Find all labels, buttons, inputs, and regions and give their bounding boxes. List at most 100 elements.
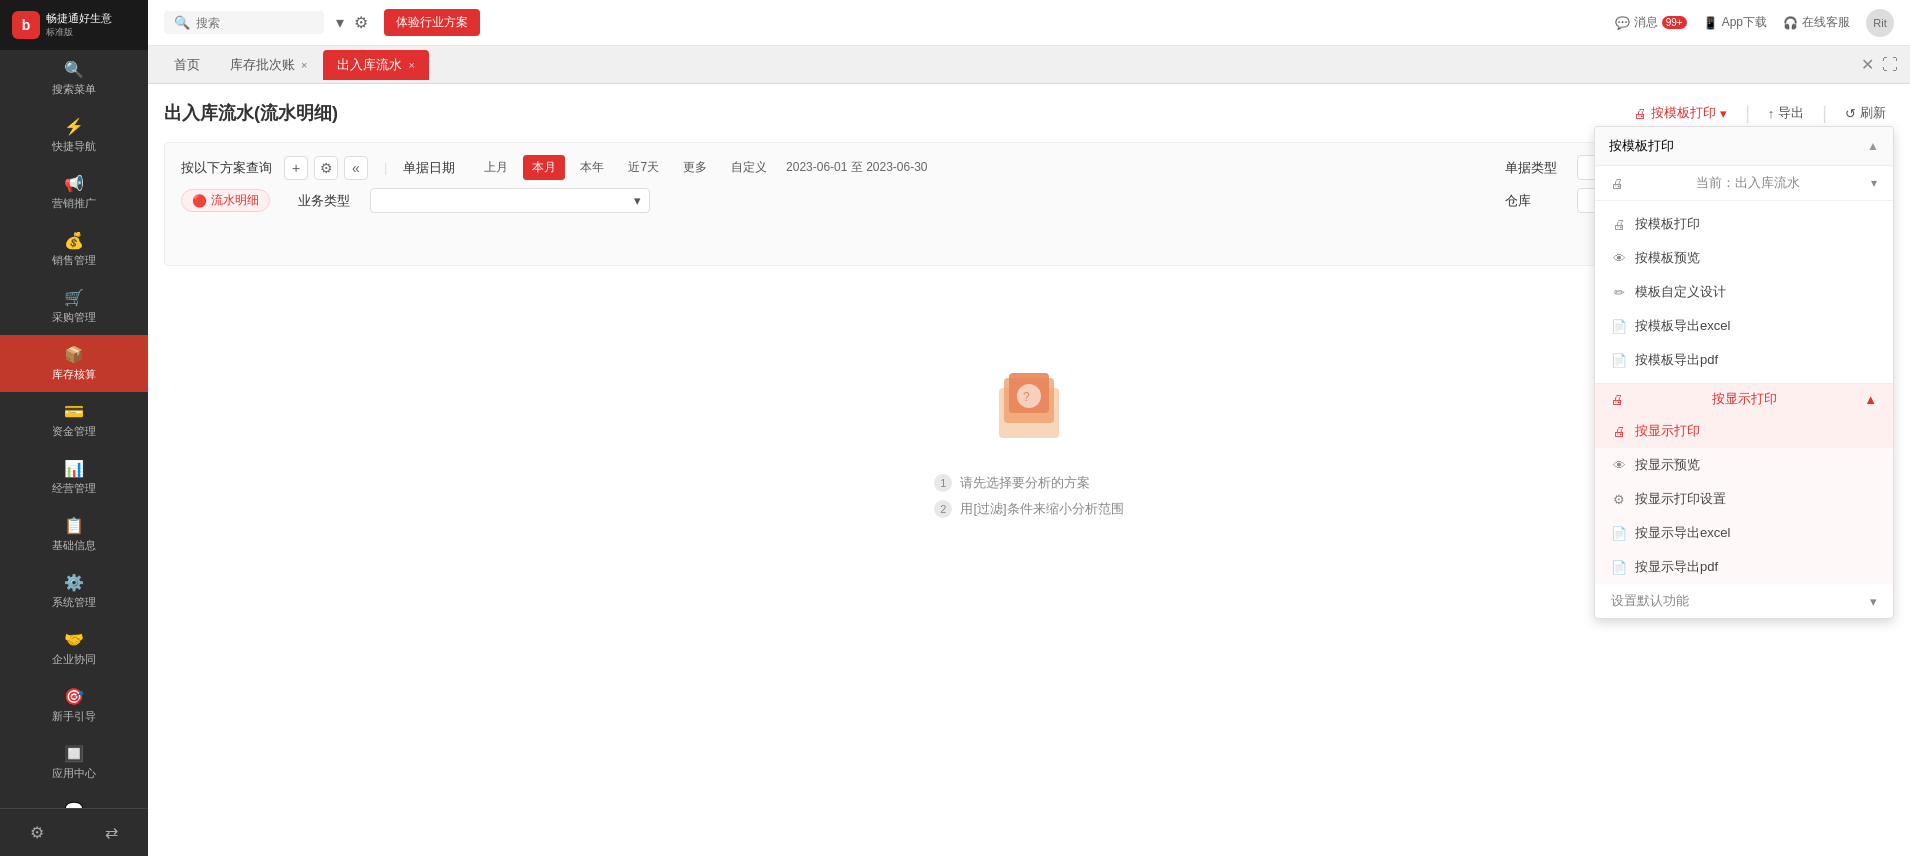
- sidebar-item-finance[interactable]: 💳 资金管理: [0, 392, 148, 449]
- tab-batch-account[interactable]: 库存批次账 ×: [216, 50, 321, 80]
- display-export-pdf-item[interactable]: 📄 按显示导出pdf: [1595, 550, 1893, 584]
- display-sub-items: 🖨 按显示打印 👁 按显示预览 ⚙ 按显示打印设置: [1595, 414, 1893, 584]
- biz-type-select[interactable]: ▾: [370, 188, 650, 213]
- app-download-btn[interactable]: 📱 App下载: [1703, 14, 1767, 31]
- tab-flow[interactable]: 出入库流水 ×: [323, 50, 428, 80]
- date-label: 单据日期: [403, 159, 463, 177]
- date-btn-7days[interactable]: 近7天: [619, 155, 668, 180]
- template-design-item[interactable]: ✏ 模板自定义设计: [1595, 275, 1893, 309]
- page-title: 出入库流水(流水明细): [164, 101, 338, 125]
- sidebar-item-guide[interactable]: 🎯 新手引导: [0, 677, 148, 734]
- dropdown-current-item: 🖨 当前：出入库流水 ▾: [1595, 166, 1893, 201]
- sidebar-bottom: ⚙ ⇄: [0, 808, 148, 856]
- sub-header-collapse-icon: ▲: [1864, 392, 1877, 407]
- topbar: 🔍 ▾ ⚙ 体验行业方案 💬 消息 99+ 📱 App下载 🎧 在线客服: [148, 0, 1910, 46]
- display-print-sub-header[interactable]: 🖨 按显示打印 ▲: [1595, 384, 1893, 414]
- date-btn-last-month[interactable]: 上月: [475, 155, 517, 180]
- settings-icon[interactable]: ⚙: [352, 11, 370, 34]
- tab-flow-close[interactable]: ×: [408, 59, 414, 71]
- service-icon: 🎧: [1783, 16, 1798, 30]
- close-tab-btn[interactable]: ✕: [1861, 55, 1874, 74]
- sidebar-item-sales[interactable]: 💰 销售管理: [0, 221, 148, 278]
- filter-sep: |: [384, 160, 387, 175]
- marketing-icon: 📢: [64, 174, 84, 193]
- display-preview-item[interactable]: 👁 按显示预览: [1595, 448, 1893, 482]
- expand-btn[interactable]: ⛶: [1882, 56, 1898, 74]
- refresh-btn[interactable]: ↺ 刷新: [1837, 100, 1894, 126]
- default-function-footer[interactable]: 设置默认功能 ▾: [1595, 584, 1893, 618]
- download-icon: 📱: [1703, 16, 1718, 30]
- export-btn[interactable]: ↑ 导出: [1760, 100, 1813, 126]
- search-icon: 🔍: [64, 60, 84, 79]
- display-preview-icon: 👁: [1611, 457, 1627, 473]
- logo-text: 畅捷通好生意: [46, 11, 112, 25]
- display-print-sub-icon: 🖨: [1611, 392, 1624, 407]
- chevron-down-icon: ▾: [1720, 106, 1727, 121]
- messages-btn[interactable]: 💬 消息 99+: [1615, 14, 1687, 31]
- system-icon: ⚙️: [64, 573, 84, 592]
- design-item-icon: ✏: [1611, 284, 1627, 300]
- print-dropdown-panel: 按模板打印 ▲ 🖨 当前：出入库流水 ▾ 🖨 按模板打印: [1594, 126, 1894, 619]
- empty-illustration: ?: [979, 358, 1079, 458]
- flow-detail-chip[interactable]: 🔴 流水明细: [181, 189, 270, 212]
- app-logo: b 畅捷通好生意 标准版: [0, 0, 148, 50]
- date-btn-this-month[interactable]: 本月: [523, 155, 565, 180]
- sidebar-item-operations[interactable]: 📊 经营管理: [0, 449, 148, 506]
- message-icon: 💬: [1615, 16, 1630, 30]
- action-sep-2: |: [1822, 103, 1827, 124]
- main-area: 🔍 ▾ ⚙ 体验行业方案 💬 消息 99+ 📱 App下载 🎧 在线客服: [148, 0, 1910, 856]
- sidebar-item-corp[interactable]: 🤝 企业协同: [0, 620, 148, 677]
- sidebar-item-marketing[interactable]: 📢 营销推广: [0, 164, 148, 221]
- online-service-btn[interactable]: 🎧 在线客服: [1783, 14, 1850, 31]
- sidebar-item-wechat[interactable]: 💬 企业微信: [0, 791, 148, 808]
- search-input[interactable]: [196, 16, 296, 30]
- template-preview-item[interactable]: 👁 按模板预览: [1595, 241, 1893, 275]
- date-shortcuts: 上月 本月 本年 近7天 更多 自定义 2023-06-01 至 2023-06…: [475, 155, 927, 180]
- sidebar-item-basic[interactable]: 📋 基础信息: [0, 506, 148, 563]
- industry-btn[interactable]: 体验行业方案: [384, 9, 480, 36]
- topbar-icons: ▾ ⚙: [334, 11, 370, 34]
- date-btn-more[interactable]: 更多: [674, 155, 716, 180]
- date-btn-custom[interactable]: 自定义: [722, 155, 776, 180]
- dropdown-header: 按模板打印 ▲: [1595, 127, 1893, 166]
- current-expand-icon[interactable]: ▾: [1871, 176, 1877, 190]
- sidebar-item-purchase[interactable]: 🛒 采购管理: [0, 278, 148, 335]
- filter-settings-btn[interactable]: ⚙: [314, 156, 338, 180]
- sidebar-item-inventory[interactable]: 📦 库存核算: [0, 335, 148, 392]
- user-avatar[interactable]: Rit: [1866, 9, 1894, 37]
- empty-hint-2: 2 用[过滤]条件来缩小分析范围: [934, 500, 1123, 518]
- pdf-item-icon: 📄: [1611, 352, 1627, 368]
- biz-type-label: 业务类型: [298, 192, 358, 210]
- operations-icon: 📊: [64, 459, 84, 478]
- display-print-item[interactable]: 🖨 按显示打印: [1595, 414, 1893, 448]
- date-btn-this-year[interactable]: 本年: [571, 155, 613, 180]
- collapse-sidebar-btn[interactable]: ⇄: [97, 819, 126, 846]
- topbar-right: 💬 消息 99+ 📱 App下载 🎧 在线客服 Rit: [1615, 9, 1894, 37]
- template-export-excel-item[interactable]: 📄 按模板导出excel: [1595, 309, 1893, 343]
- print-template-btn[interactable]: 🖨 按模板打印 ▾: [1626, 100, 1735, 126]
- sidebar-item-system[interactable]: ⚙️ 系统管理: [0, 563, 148, 620]
- dropdown-arrow-icon[interactable]: ▾: [334, 11, 346, 34]
- date-range-display: 2023-06-01 至 2023-06-30: [786, 159, 927, 176]
- sidebar-item-appstore[interactable]: 🔲 应用中心: [0, 734, 148, 791]
- tab-home[interactable]: 首页: [160, 50, 214, 80]
- display-settings-item[interactable]: ⚙ 按显示打印设置: [1595, 482, 1893, 516]
- page-container: 出入库流水(流水明细) 🖨 按模板打印 ▾ | ↑ 导出 | ↺: [148, 84, 1910, 856]
- display-excel-icon: 📄: [1611, 525, 1627, 541]
- template-export-pdf-item[interactable]: 📄 按模板导出pdf: [1595, 343, 1893, 377]
- sales-icon: 💰: [64, 231, 84, 250]
- sidebar-item-search[interactable]: 🔍 搜索菜单: [0, 50, 148, 107]
- appstore-icon: 🔲: [64, 744, 84, 763]
- settings-bottom-btn[interactable]: ⚙: [22, 819, 52, 846]
- empty-hint-1: 1 请先选择要分析的方案: [934, 474, 1123, 492]
- sidebar-item-quick-nav[interactable]: ⚡ 快捷导航: [0, 107, 148, 164]
- tab-batch-account-close[interactable]: ×: [301, 59, 307, 71]
- filter-collapse-btn[interactable]: «: [344, 156, 368, 180]
- quick-nav-icon: ⚡: [64, 117, 84, 136]
- biz-type-chevron-icon: ▾: [634, 193, 641, 208]
- dropdown-collapse-btn[interactable]: ▲: [1867, 139, 1879, 153]
- topbar-search-box[interactable]: 🔍: [164, 11, 324, 34]
- display-export-excel-item[interactable]: 📄 按显示导出excel: [1595, 516, 1893, 550]
- add-filter-btn[interactable]: +: [284, 156, 308, 180]
- template-print-item[interactable]: 🖨 按模板打印: [1595, 207, 1893, 241]
